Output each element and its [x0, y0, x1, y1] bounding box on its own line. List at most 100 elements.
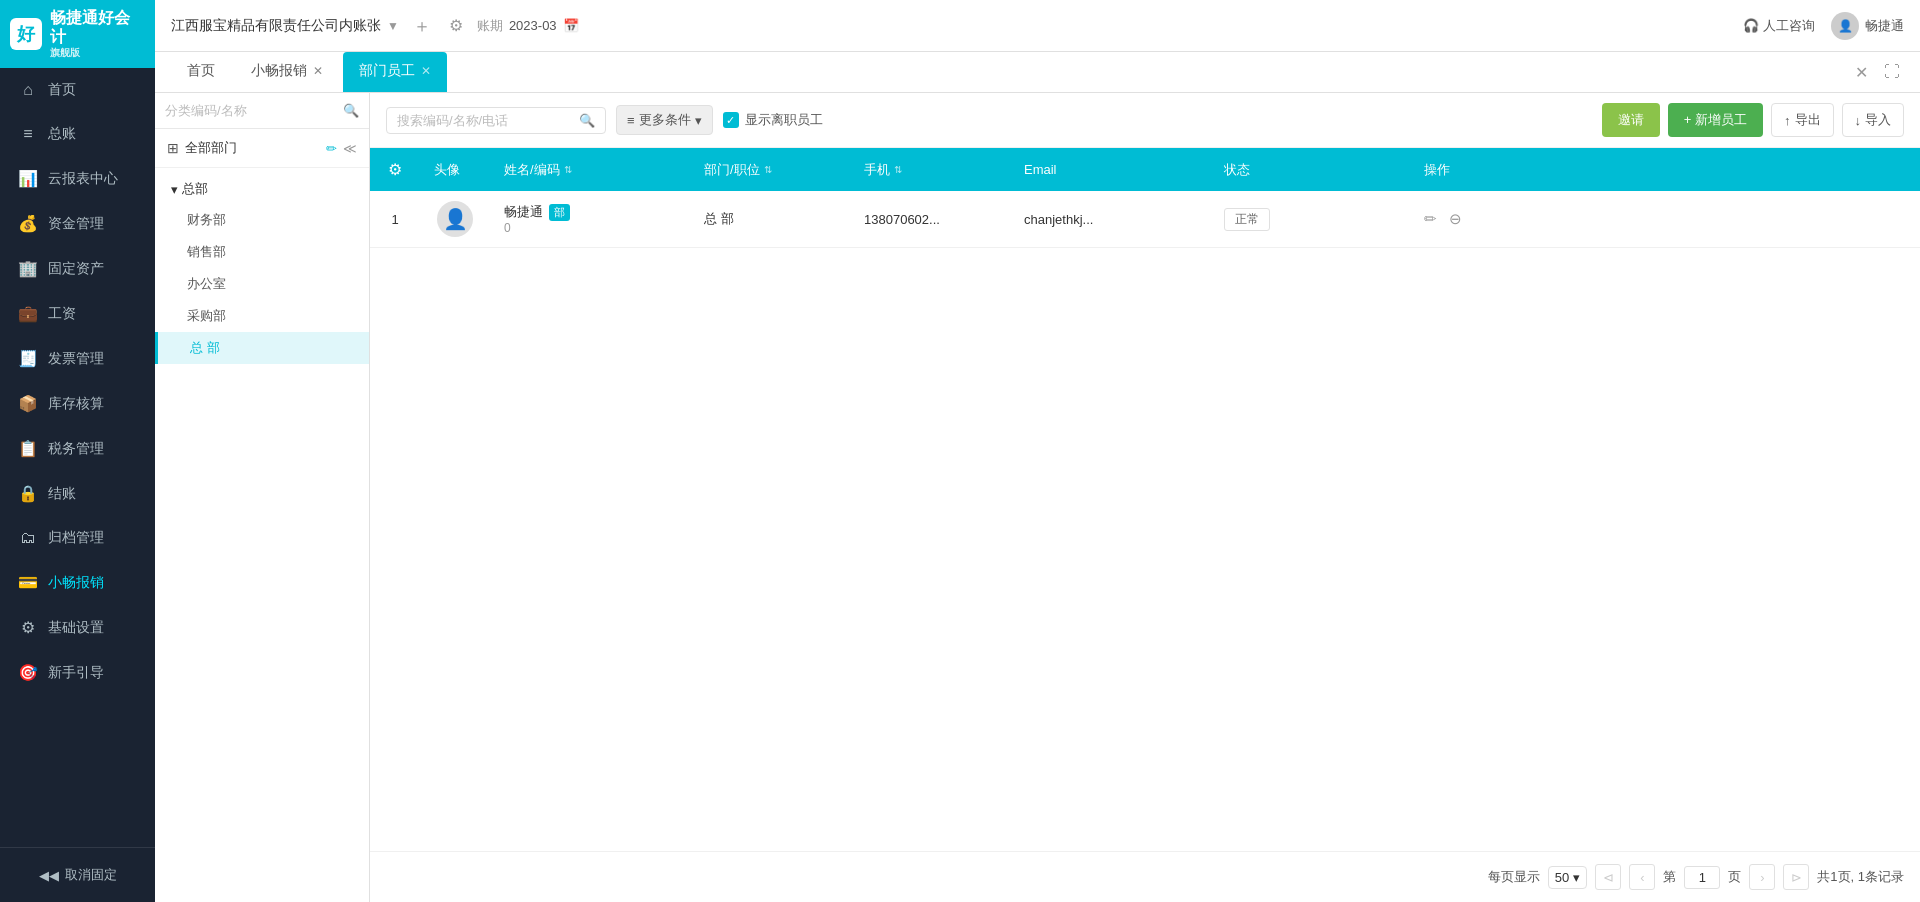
sidebar-item-label: 库存核算: [48, 395, 104, 413]
tab-home[interactable]: 首页: [171, 52, 231, 92]
dept-search-input[interactable]: [165, 103, 339, 118]
page-total: 共1页, 1条记录: [1817, 868, 1904, 886]
tabs-window-controls: ✕ ⛶: [1851, 59, 1904, 86]
add-employee-button[interactable]: + 新增员工: [1668, 103, 1763, 137]
assets-icon: 🏢: [18, 259, 38, 278]
close-window-icon[interactable]: ✕: [1851, 59, 1872, 86]
export-button[interactable]: ↑ 导出: [1771, 103, 1834, 137]
th-phone[interactable]: 手机 ⇅: [850, 148, 1010, 191]
dept-item-sales[interactable]: 销售部: [155, 236, 369, 268]
prev-page-button[interactable]: ‹: [1629, 864, 1655, 890]
employee-toolbar: 🔍 ≡ 更多条件 ▾ ✓ 显示离职员工 邀请 + 新增员工: [370, 93, 1920, 148]
sidebar-item-tax[interactable]: 📋 税务管理: [0, 426, 155, 471]
service-button[interactable]: 🎧 人工咨询: [1743, 17, 1815, 35]
employee-search-input[interactable]: [397, 113, 575, 128]
import-icon: ↓: [1855, 113, 1862, 128]
last-page-button[interactable]: ⊳: [1783, 864, 1809, 890]
tab-xiaochang-close-icon[interactable]: ✕: [313, 64, 323, 78]
sidebar-item-ledger[interactable]: ≡ 总账: [0, 112, 155, 156]
sidebar-item-xiaochang[interactable]: 💳 小畅报销: [0, 560, 155, 605]
sidebar-item-archive[interactable]: 🗂 归档管理: [0, 516, 155, 560]
next-page-button[interactable]: ›: [1749, 864, 1775, 890]
employee-table: ⚙ 头像 姓名/编码 ⇅: [370, 148, 1920, 248]
sidebar-item-label: 新手引导: [48, 664, 104, 682]
current-page-input[interactable]: 1: [1684, 866, 1720, 889]
dept-search-icon[interactable]: 🔍: [343, 103, 359, 118]
triangle-down-icon: ▾: [171, 182, 178, 197]
sidebar-item-inventory[interactable]: 📦 库存核算: [0, 381, 155, 426]
th-settings[interactable]: ⚙: [370, 148, 420, 191]
sort-name-icon: ⇅: [564, 164, 572, 175]
avatar: 👤: [1831, 12, 1859, 40]
sidebar-item-salary[interactable]: 💼 工资: [0, 291, 155, 336]
tab-dept-close-icon[interactable]: ✕: [421, 64, 431, 78]
app-version: 旗舰版: [50, 46, 145, 60]
row-avatar: 👤: [420, 191, 490, 248]
edit-icon[interactable]: ✏: [1424, 210, 1437, 228]
dept-group-all[interactable]: ▾ 总部: [155, 174, 369, 204]
employee-search-icon[interactable]: 🔍: [579, 113, 595, 128]
sidebar-bottom: ◀◀ 取消固定: [0, 847, 155, 902]
select-arrow-icon: ▾: [1573, 870, 1580, 885]
employee-name-container: 畅捷通 部: [504, 203, 676, 221]
pagination: 每页显示 50 ▾ ⊲ ‹ 第 1 页 › ⊳ 共1页, 1条记录: [370, 851, 1920, 902]
dept-tree: ▾ 总部 财务部 销售部 办公室 采购部 总 部: [155, 168, 369, 902]
sidebar-item-assets[interactable]: 🏢 固定资产: [0, 246, 155, 291]
row-status: 正常: [1210, 191, 1410, 248]
app-name: 畅捷通好会计: [50, 8, 145, 46]
user-menu[interactable]: 👤 畅捷通: [1831, 12, 1904, 40]
page-size-select[interactable]: 50 ▾: [1548, 866, 1587, 889]
add-company-button[interactable]: ＋: [409, 10, 435, 42]
employee-table-body: 1 👤 畅捷通: [370, 191, 1920, 248]
cancel-fixed-button[interactable]: ◀◀ 取消固定: [0, 858, 155, 892]
maximize-window-icon[interactable]: ⛶: [1880, 59, 1904, 86]
sidebar-item-guide[interactable]: 🎯 新手引导: [0, 650, 155, 695]
tab-home-label: 首页: [187, 62, 215, 80]
tab-xiaochang[interactable]: 小畅报销 ✕: [235, 52, 339, 92]
period-value: 2023-03: [509, 18, 557, 33]
th-dept-position[interactable]: 部门/职位 ⇅: [690, 148, 850, 191]
employee-avatar: 👤: [437, 201, 473, 237]
first-page-button[interactable]: ⊲: [1595, 864, 1621, 890]
export-icon: ↑: [1784, 113, 1791, 128]
sidebar: 好 畅捷通好会计 旗舰版 ⌂ 首页 ≡ 总账 📊 云报表中心 💰 资金管理 🏢 …: [0, 0, 155, 902]
calendar-icon[interactable]: 📅: [563, 18, 579, 33]
tab-dept-employee[interactable]: 部门员工 ✕: [343, 52, 447, 92]
dept-collapse-icon[interactable]: ≪: [343, 141, 357, 156]
sidebar-item-finance[interactable]: 💰 资金管理: [0, 201, 155, 246]
employee-code: 0: [504, 221, 676, 235]
dept-item-general[interactable]: 总 部: [155, 332, 369, 364]
th-action: 操作: [1410, 148, 1920, 191]
sidebar-item-home[interactable]: ⌂ 首页: [0, 68, 155, 112]
company-selector[interactable]: 江西服宝精品有限责任公司内账张 ▼: [171, 17, 399, 35]
dept-edit-icon[interactable]: ✏: [326, 141, 337, 156]
company-arrow-icon: ▼: [387, 19, 399, 33]
th-status: 状态: [1210, 148, 1410, 191]
invoice-icon: 🧾: [18, 349, 38, 368]
content-area: 🔍 ⊞ 全部部门 ✏ ≪ ▾ 总部 财务部 销售部: [155, 93, 1920, 902]
show-resigned-checkbox[interactable]: ✓: [723, 112, 739, 128]
grid-icon: ⊞: [167, 140, 179, 156]
employee-search-box: 🔍: [386, 107, 606, 134]
invite-button[interactable]: 邀请: [1602, 103, 1660, 137]
sidebar-item-invoice[interactable]: 🧾 发票管理: [0, 336, 155, 381]
settings-button[interactable]: ⚙: [445, 12, 467, 39]
sidebar-item-reports[interactable]: 📊 云报表中心: [0, 156, 155, 201]
action-icons: ✏ ⊖: [1424, 210, 1906, 228]
tab-xiaochang-label: 小畅报销: [251, 62, 307, 80]
import-button[interactable]: ↓ 导入: [1842, 103, 1905, 137]
dept-item-finance[interactable]: 财务部: [155, 204, 369, 236]
th-name-code[interactable]: 姓名/编码 ⇅: [490, 148, 690, 191]
archive-icon: 🗂: [18, 529, 38, 547]
logout-icon[interactable]: ⊖: [1449, 210, 1462, 228]
tabs-bar: 首页 小畅报销 ✕ 部门员工 ✕ ✕ ⛶: [155, 52, 1920, 93]
table-settings-icon[interactable]: ⚙: [388, 161, 402, 178]
sidebar-item-close[interactable]: 🔒 结账: [0, 471, 155, 516]
dept-item-purchase[interactable]: 采购部: [155, 300, 369, 332]
show-resigned-toggle: ✓ 显示离职员工: [723, 111, 823, 129]
sidebar-item-label: 小畅报销: [48, 574, 104, 592]
dept-item-office[interactable]: 办公室: [155, 268, 369, 300]
sidebar-item-basic[interactable]: ⚙ 基础设置: [0, 605, 155, 650]
more-filter-button[interactable]: ≡ 更多条件 ▾: [616, 105, 713, 135]
row-name-code: 畅捷通 部 0: [490, 191, 690, 248]
